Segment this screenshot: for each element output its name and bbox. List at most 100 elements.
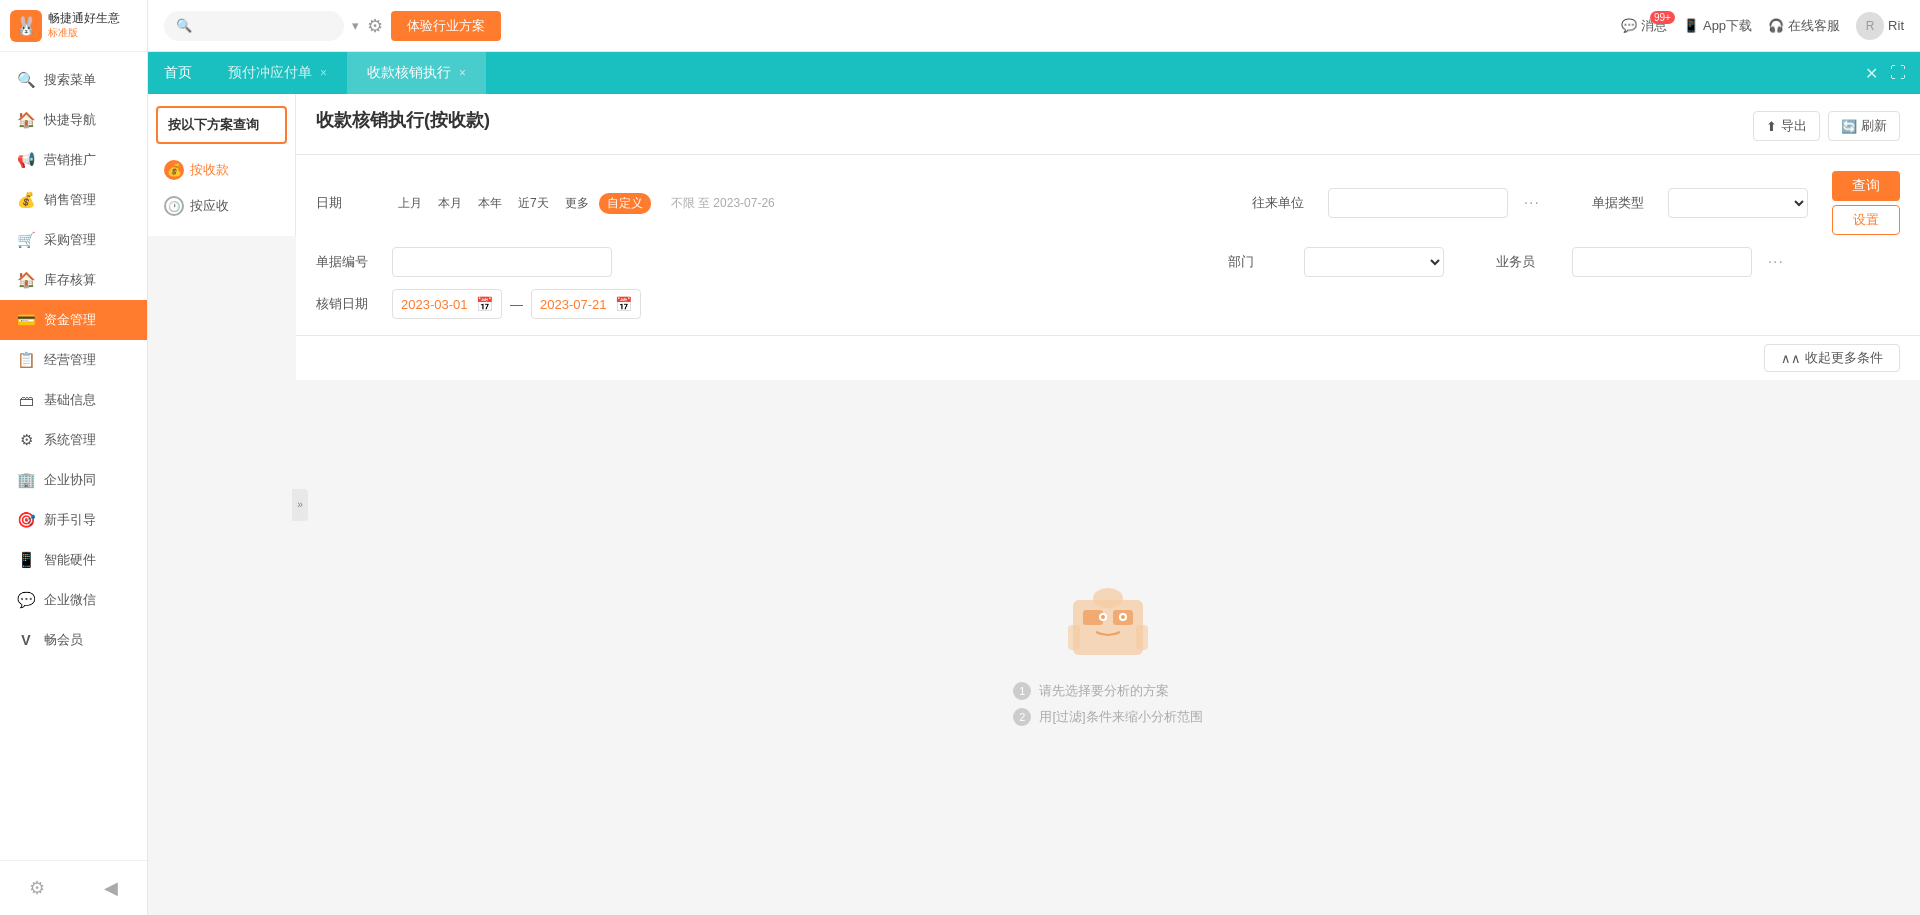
tab-collection[interactable]: 收款核销执行 × bbox=[347, 52, 486, 94]
sidebar-item-wechat[interactable]: 💬企业微信 bbox=[0, 580, 147, 620]
wechat-icon: 💬 bbox=[16, 590, 36, 610]
gear-icon[interactable]: ⚙ bbox=[367, 15, 383, 37]
sidebar-item-fund[interactable]: 💳资金管理 bbox=[0, 300, 147, 340]
online-service-btn[interactable]: 🎧 在线客服 bbox=[1768, 17, 1840, 35]
top-header: 🔍 ▾ ⚙ 体验行业方案 💬 消息 99+ 📱 App下载 🎧 在线客服 R R bbox=[148, 0, 1920, 52]
tab-prepay-close[interactable]: × bbox=[320, 66, 327, 80]
export-btn[interactable]: ⬆ 导出 bbox=[1753, 111, 1820, 141]
svg-point-9 bbox=[1121, 615, 1125, 619]
collapse-up-icon: ∧∧ bbox=[1781, 351, 1801, 366]
header-dropdown[interactable]: ▾ bbox=[352, 18, 359, 33]
verify-date-start-input[interactable]: 2023-03-01 📅 bbox=[392, 289, 502, 319]
date-btn-last-month[interactable]: 上月 bbox=[392, 193, 428, 214]
counterparty-label: 往来单位 bbox=[1252, 194, 1312, 212]
header-left: 🔍 ▾ ⚙ 体验行业方案 bbox=[164, 11, 501, 41]
tab-expand-icon[interactable]: ⛶ bbox=[1884, 60, 1912, 86]
filter-option-by-receipt[interactable]: 💰 按收款 bbox=[148, 152, 295, 188]
staff-dots[interactable]: ··· bbox=[1768, 253, 1784, 271]
ops-icon: 📋 bbox=[16, 350, 36, 370]
logo-icon: 🐰 bbox=[10, 10, 42, 42]
quick-nav-icon: 🏠 bbox=[16, 110, 36, 130]
date-options: 上月 本月 本年 近7天 更多 自定义 bbox=[392, 193, 651, 214]
calendar-end-icon: 📅 bbox=[615, 296, 632, 312]
date-btn-7days[interactable]: 近7天 bbox=[512, 193, 555, 214]
sidebar-item-smart-hw[interactable]: 📱智能硬件 bbox=[0, 540, 147, 580]
collapse-more-btn[interactable]: ∧∧ 收起更多条件 bbox=[1764, 344, 1900, 372]
sidebar-item-purchase[interactable]: 🛒采购管理 bbox=[0, 220, 147, 260]
app-download-btn[interactable]: 📱 App下载 bbox=[1683, 17, 1752, 35]
page-header-bar: 收款核销执行(按收款) ⬆ 导出 🔄 刷新 bbox=[296, 94, 1920, 155]
filter-option-by-receivable[interactable]: 🕐 按应收 bbox=[148, 188, 295, 224]
empty-tip-2: 2 用[过滤]条件来缩小分析范围 bbox=[1013, 708, 1202, 726]
voucher-type-select[interactable] bbox=[1668, 188, 1808, 218]
counterparty-dots[interactable]: ··· bbox=[1524, 194, 1540, 212]
verify-date-group: 2023-03-01 📅 — 2023-07-21 📅 bbox=[392, 289, 641, 319]
empty-illustration bbox=[1048, 570, 1168, 670]
date-label: 日期 bbox=[316, 194, 376, 212]
sys-icon: ⚙ bbox=[16, 430, 36, 450]
content-area: 按以下方案查询 💰 按收款 🕐 按应收 » 收款核销执行(按收款) ⬆ bbox=[148, 94, 1920, 915]
marketing-icon: 📢 bbox=[16, 150, 36, 170]
empty-tip-1: 1 请先选择要分析的方案 bbox=[1013, 682, 1202, 700]
sidebar-item-base[interactable]: 🗃基础信息 bbox=[0, 380, 147, 420]
svg-rect-3 bbox=[1068, 625, 1080, 650]
dept-select[interactable] bbox=[1304, 247, 1444, 277]
date-btn-custom[interactable]: 自定义 bbox=[599, 193, 651, 214]
query-filter-form: 日期 上月 本月 本年 近7天 更多 自定义 不限 至 2023-07-26 往… bbox=[296, 155, 1920, 336]
filter-panel-collapse[interactable]: » bbox=[292, 489, 308, 521]
message-btn[interactable]: 💬 消息 99+ bbox=[1621, 17, 1667, 35]
sidebar-item-ops[interactable]: 📋经营管理 bbox=[0, 340, 147, 380]
sidebar-item-inventory[interactable]: 🏠库存核算 bbox=[0, 260, 147, 300]
filter-panel-title: 按以下方案查询 bbox=[156, 106, 287, 144]
sidebar-collapse-btn[interactable]: ◀ bbox=[98, 871, 124, 905]
search-bar[interactable]: 🔍 bbox=[164, 11, 344, 41]
svg-rect-4 bbox=[1136, 625, 1148, 650]
sidebar-item-quick-nav[interactable]: 🏠快捷导航 bbox=[0, 100, 147, 140]
filter-row-2: 单据编号 部门 业务员 ··· bbox=[316, 247, 1900, 277]
empty-tips: 1 请先选择要分析的方案 2 用[过滤]条件来缩小分析范围 bbox=[1013, 682, 1202, 726]
message-icon: 💬 bbox=[1621, 18, 1637, 33]
main-content: 收款核销执行(按收款) ⬆ 导出 🔄 刷新 日期 bbox=[296, 94, 1920, 915]
search-menu-icon: 🔍 bbox=[16, 70, 36, 90]
service-icon: 🎧 bbox=[1768, 18, 1784, 33]
svg-point-7 bbox=[1101, 615, 1105, 619]
refresh-btn[interactable]: 🔄 刷新 bbox=[1828, 111, 1900, 141]
sidebar-item-sys[interactable]: ⚙系统管理 bbox=[0, 420, 147, 460]
tab-collection-close[interactable]: × bbox=[459, 66, 466, 80]
counterparty-input[interactable] bbox=[1328, 188, 1508, 218]
sidebar-item-search-menu[interactable]: 🔍搜索菜单 bbox=[0, 60, 147, 100]
logo-sub: 标准版 bbox=[48, 26, 120, 40]
sidebar-item-sales[interactable]: 💰销售管理 bbox=[0, 180, 147, 220]
svg-rect-0 bbox=[1073, 600, 1143, 655]
sidebar-nav: 🔍搜索菜单 🏠快捷导航 📢营销推广 💰销售管理 🛒采购管理 🏠库存核算 💳资金管… bbox=[0, 52, 147, 860]
date-btn-more[interactable]: 更多 bbox=[559, 193, 595, 214]
query-btn[interactable]: 查询 bbox=[1832, 171, 1900, 201]
export-icon: ⬆ bbox=[1766, 119, 1777, 134]
settings-btn[interactable]: 设置 bbox=[1832, 205, 1900, 235]
tab-close-icon[interactable]: ✕ bbox=[1859, 60, 1884, 87]
sidebar-item-vip[interactable]: V畅会员 bbox=[0, 620, 147, 660]
industry-solution-btn[interactable]: 体验行业方案 bbox=[391, 11, 501, 41]
sidebar-item-marketing[interactable]: 📢营销推广 bbox=[0, 140, 147, 180]
calendar-start-icon: 📅 bbox=[476, 296, 493, 312]
sidebar-settings-btn[interactable]: ⚙ bbox=[23, 871, 51, 905]
voucher-type-label: 单据类型 bbox=[1592, 194, 1652, 212]
tab-prepay[interactable]: 预付冲应付单 × bbox=[208, 52, 347, 94]
svg-point-5 bbox=[1093, 588, 1123, 608]
user-info[interactable]: R Rit bbox=[1856, 12, 1904, 40]
sidebar-item-beginner[interactable]: 🎯新手引导 bbox=[0, 500, 147, 540]
app-icon: 📱 bbox=[1683, 18, 1699, 33]
date-btn-this-month[interactable]: 本月 bbox=[432, 193, 468, 214]
sidebar-item-corp[interactable]: 🏢企业协同 bbox=[0, 460, 147, 500]
main-area: 🔍 ▾ ⚙ 体验行业方案 💬 消息 99+ 📱 App下载 🎧 在线客服 R R bbox=[148, 0, 1920, 915]
date-btn-this-year[interactable]: 本年 bbox=[472, 193, 508, 214]
date-range-text: 不限 至 2023-07-26 bbox=[671, 195, 775, 212]
receivable-icon: 🕐 bbox=[164, 196, 184, 216]
staff-input[interactable] bbox=[1572, 247, 1752, 277]
verify-date-end-input[interactable]: 2023-07-21 📅 bbox=[531, 289, 641, 319]
filter-row-1: 日期 上月 本月 本年 近7天 更多 自定义 不限 至 2023-07-26 往… bbox=[316, 171, 1900, 235]
verify-date-label: 核销日期 bbox=[316, 295, 376, 313]
tab-home[interactable]: 首页 bbox=[148, 52, 208, 94]
voucher-no-input[interactable] bbox=[392, 247, 612, 277]
corp-icon: 🏢 bbox=[16, 470, 36, 490]
